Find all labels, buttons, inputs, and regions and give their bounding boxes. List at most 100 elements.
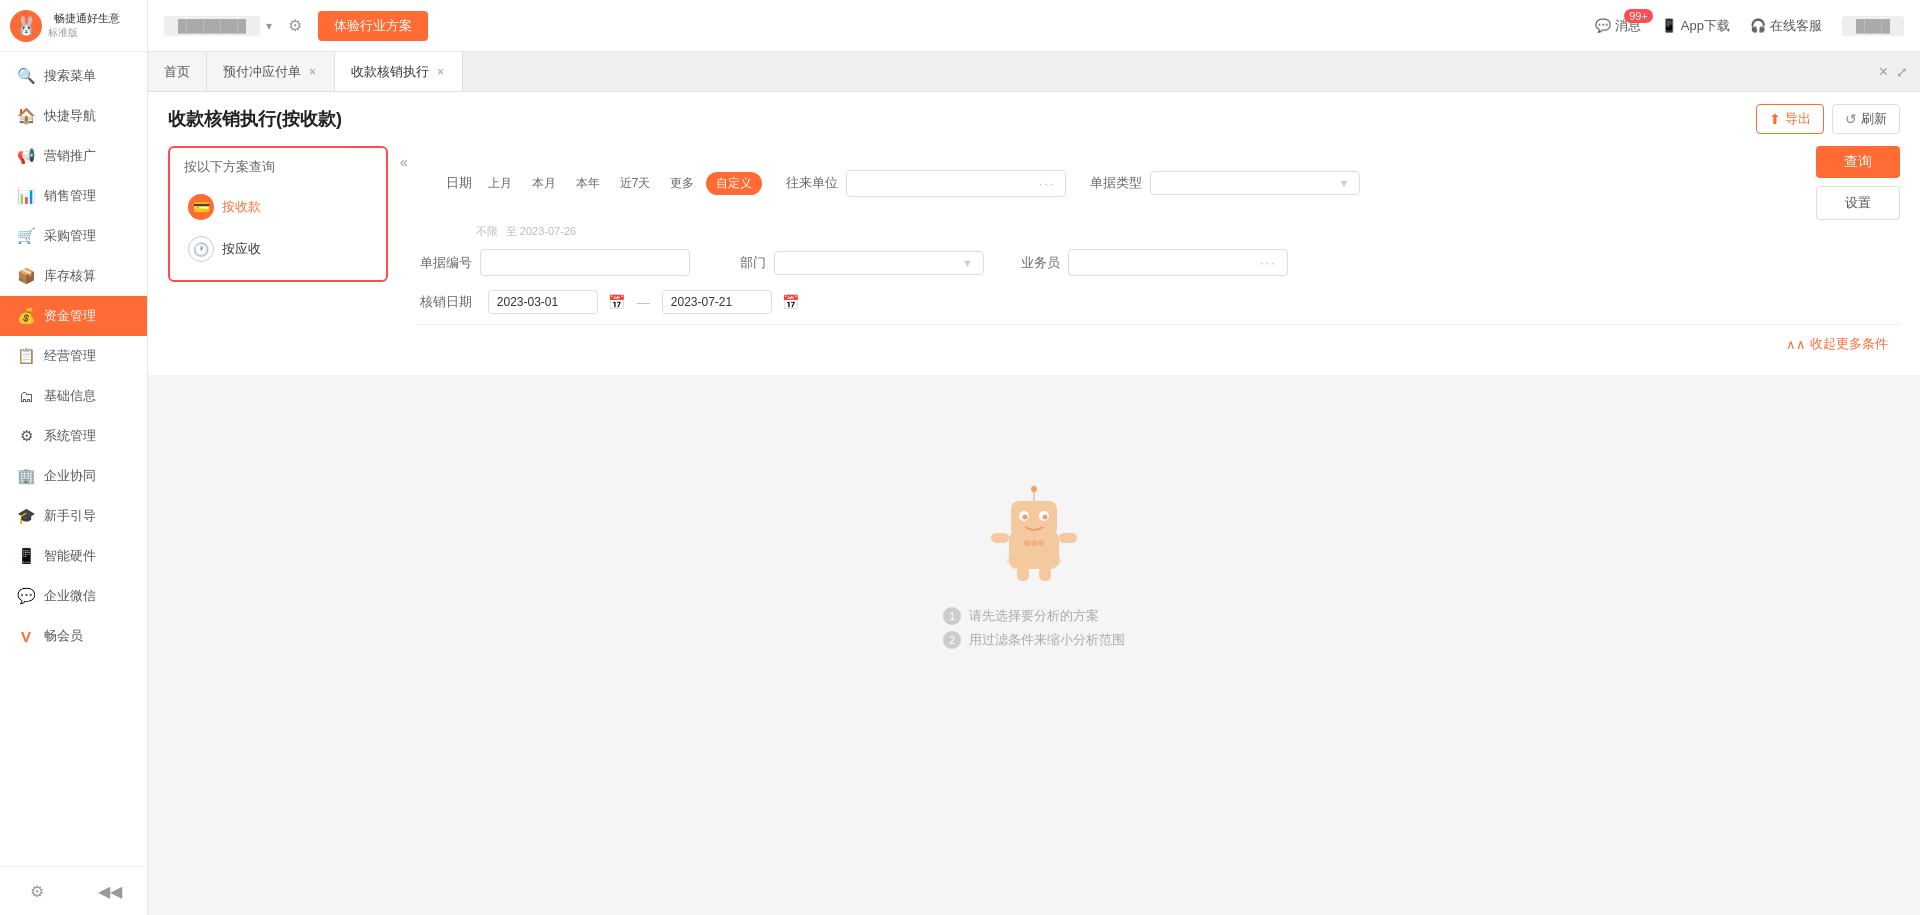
topbar-gear-icon[interactable]: ⚙ xyxy=(288,16,302,35)
sidebar-item-operations[interactable]: 📋 经营管理 xyxy=(0,336,147,376)
filter-row-3: 核销日期 📅 — 📅 xyxy=(416,290,1900,314)
brand-sub: 标准版 xyxy=(48,26,120,40)
verify-date-end-input[interactable] xyxy=(662,290,772,314)
tab-receipts[interactable]: 收款核销执行 × xyxy=(335,52,463,91)
date-to-text: 至 2023-07-26 xyxy=(506,224,576,239)
right-button-column: 查询 设置 xyxy=(1816,146,1900,220)
export-button[interactable]: ⬆ 导出 xyxy=(1756,104,1824,134)
sidebar-item-marketing[interactable]: 📢 营销推广 xyxy=(0,136,147,176)
topbar-brand: ████████ ▾ xyxy=(164,16,272,36)
partner-input[interactable]: ··· xyxy=(846,170,1066,197)
prepay-tab-close[interactable]: × xyxy=(307,63,318,81)
sidebar-item-label: 搜索菜单 xyxy=(44,67,96,85)
topbar-brand-text: ████████ xyxy=(164,16,260,36)
filter-row-1-group: 日期 上月 本月 本年 近7天 更多 自定义 xyxy=(416,170,1796,197)
empty-hints: 1 请先选择要分析的方案 2 用过滤条件来缩小分析范围 xyxy=(943,607,1125,649)
page-top-actions: ⬆ 导出 ↺ 刷新 xyxy=(1756,104,1900,134)
empty-illustration xyxy=(979,481,1089,591)
svg-rect-10 xyxy=(1059,533,1077,543)
query-button[interactable]: 查询 xyxy=(1816,146,1900,178)
sidebar-item-label: 企业微信 xyxy=(44,587,96,605)
verify-date-start-input[interactable] xyxy=(488,290,598,314)
sidebar-item-enterprise[interactable]: 🏢 企业协同 xyxy=(0,456,147,496)
topbar-chevron-icon[interactable]: ▾ xyxy=(266,19,272,33)
system-icon: ⚙ xyxy=(16,426,36,446)
page-title: 收款核销执行(按收款) xyxy=(168,107,342,131)
verify-date-end-calendar-icon[interactable]: 📅 xyxy=(782,294,799,310)
sidebar-item-hardware[interactable]: 📱 智能硬件 xyxy=(0,536,147,576)
online-service-label: 在线客服 xyxy=(1770,17,1822,35)
basic-info-icon: 🗂 xyxy=(16,386,36,406)
sidebar-item-label: 销售管理 xyxy=(44,187,96,205)
empty-hint-1: 1 请先选择要分析的方案 xyxy=(943,607,1125,625)
date-btn-7days[interactable]: 近7天 xyxy=(612,172,659,195)
receivable-icon: 🕐 xyxy=(188,236,214,262)
filter-form-area: 日期 上月 本月 本年 近7天 更多 自定义 xyxy=(416,146,1900,363)
sidebar-item-vip[interactable]: V 畅会员 xyxy=(0,616,147,656)
sidebar-item-sales[interactable]: 📊 销售管理 xyxy=(0,176,147,216)
headset-icon: 🎧 xyxy=(1750,18,1766,33)
filter-option-receivable-label: 按应收 xyxy=(222,240,261,258)
filter-option-by-receivable[interactable]: 🕐 按应收 xyxy=(180,228,376,270)
staff-input[interactable]: ··· xyxy=(1068,249,1288,276)
doc-type-select[interactable]: ▼ xyxy=(1150,171,1360,195)
sidebar-item-basic-info[interactable]: 🗂 基础信息 xyxy=(0,376,147,416)
industry-solution-button[interactable]: 体验行业方案 xyxy=(318,11,428,41)
filter-row-2: 单据编号 部门 ▼ 业务员 xyxy=(416,249,1900,276)
filter-option-by-receipt[interactable]: 💳 按收款 xyxy=(180,186,376,228)
partner-ellipsis[interactable]: ··· xyxy=(1039,176,1056,191)
filter-container: 按以下方案查询 💳 按收款 🕐 按应收 « xyxy=(168,134,1900,375)
sidebar-item-system[interactable]: ⚙ 系统管理 xyxy=(0,416,147,456)
topbar-messages[interactable]: 💬 消息 99+ xyxy=(1595,17,1641,35)
topbar-app-download[interactable]: 📱 App下载 xyxy=(1661,17,1730,35)
more-conditions-button[interactable]: ∧∧ 收起更多条件 xyxy=(1774,331,1900,357)
receipts-tab-close[interactable]: × xyxy=(435,63,446,81)
date-btn-last-month[interactable]: 上月 xyxy=(480,172,520,195)
verify-date-label: 核销日期 xyxy=(416,293,472,311)
filter-row-1: 日期 上月 本月 本年 近7天 更多 自定义 xyxy=(416,146,1900,220)
collapse-panel-button[interactable]: « xyxy=(400,146,408,170)
settings-button[interactable]: 设置 xyxy=(1816,186,1900,220)
sidebar-item-guide[interactable]: 🎓 新手引导 xyxy=(0,496,147,536)
tab-home[interactable]: 首页 xyxy=(148,52,207,91)
svg-point-14 xyxy=(1031,540,1037,546)
partner-field-group: 往来单位 ··· xyxy=(782,170,1066,197)
wechat-icon: 💬 xyxy=(16,586,36,606)
dept-label: 部门 xyxy=(710,254,766,272)
sidebar-item-label: 营销推广 xyxy=(44,147,96,165)
refresh-button[interactable]: ↺ 刷新 xyxy=(1832,104,1900,134)
messages-badge: 99+ xyxy=(1624,9,1653,23)
export-label: 导出 xyxy=(1785,110,1811,128)
purchase-icon: 🛒 xyxy=(16,226,36,246)
tab-prepay[interactable]: 预付冲应付单 × xyxy=(207,52,335,91)
sidebar-item-wechat[interactable]: 💬 企业微信 xyxy=(0,576,147,616)
staff-ellipsis[interactable]: ··· xyxy=(1260,255,1277,270)
doc-type-label: 单据类型 xyxy=(1086,174,1142,192)
sidebar-collapse-icon[interactable]: ◀◀ xyxy=(94,875,126,907)
sidebar-item-label: 系统管理 xyxy=(44,427,96,445)
doc-num-input[interactable] xyxy=(480,249,690,276)
empty-hint-2: 2 用过滤条件来缩小分析范围 xyxy=(943,631,1125,649)
date-btn-more[interactable]: 更多 xyxy=(662,172,702,195)
sidebar-item-quick-nav[interactable]: 🏠 快捷导航 xyxy=(0,96,147,136)
verify-date-start-calendar-icon[interactable]: 📅 xyxy=(608,294,625,310)
main-area: ████████ ▾ ⚙ 体验行业方案 💬 消息 99+ 📱 App下载 🎧 在… xyxy=(148,0,1920,915)
sidebar-item-label: 基础信息 xyxy=(44,387,96,405)
sidebar-item-finance[interactable]: 💰 资金管理 xyxy=(0,296,147,336)
svg-point-15 xyxy=(1038,540,1044,546)
date-btn-this-year[interactable]: 本年 xyxy=(568,172,608,195)
sidebar-item-purchase[interactable]: 🛒 采购管理 xyxy=(0,216,147,256)
sidebar-settings-icon[interactable]: ⚙ xyxy=(21,875,53,907)
topbar-online-service[interactable]: 🎧 在线客服 xyxy=(1750,17,1822,35)
sidebar-item-search[interactable]: 🔍 搜索菜单 xyxy=(0,56,147,96)
message-icon: 💬 xyxy=(1595,18,1611,33)
tab-close-all-icon[interactable]: × xyxy=(1879,63,1888,81)
date-custom-tag[interactable]: 自定义 xyxy=(706,172,762,195)
sidebar-item-inventory[interactable]: 📦 库存核算 xyxy=(0,256,147,296)
hint-text-1: 请先选择要分析的方案 xyxy=(969,607,1099,625)
marketing-icon: 📢 xyxy=(16,146,36,166)
tab-fullscreen-icon[interactable]: ⤢ xyxy=(1896,64,1908,80)
date-btn-this-month[interactable]: 本月 xyxy=(524,172,564,195)
dept-select[interactable]: ▼ xyxy=(774,251,984,275)
main-filter-area: 按以下方案查询 💳 按收款 🕐 按应收 « xyxy=(148,134,1920,375)
